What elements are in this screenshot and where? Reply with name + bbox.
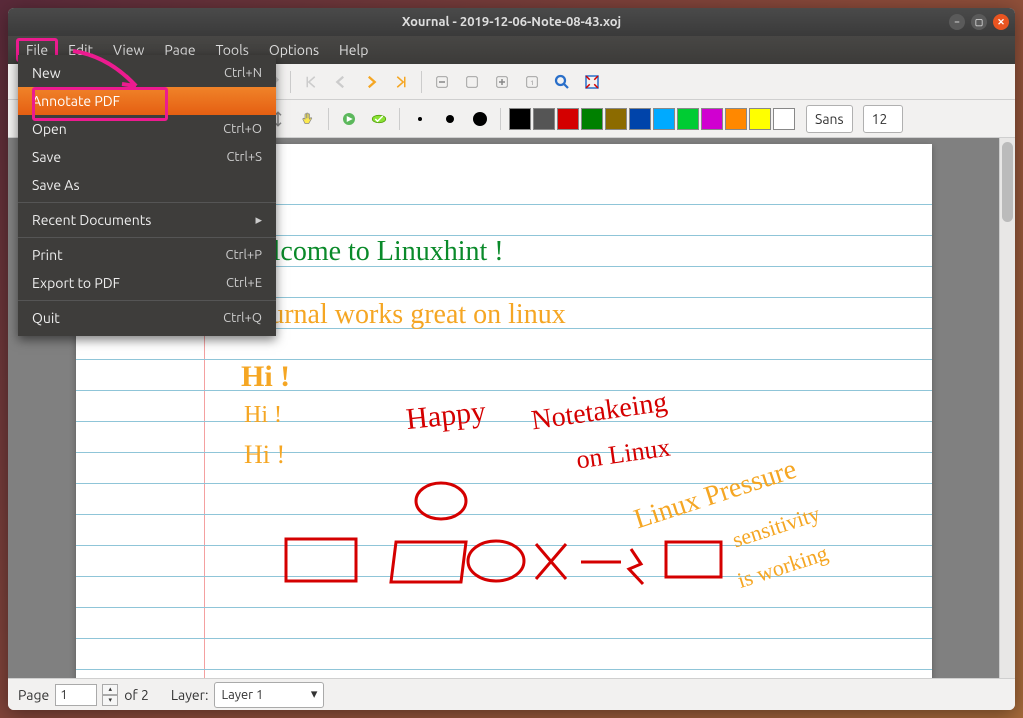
shortcut-label: Ctrl+S	[226, 150, 262, 164]
color-swatch[interactable]	[629, 108, 651, 130]
color-swatch[interactable]	[773, 108, 795, 130]
shortcut-label: Ctrl+O	[223, 122, 262, 136]
next-page-icon[interactable]	[358, 69, 384, 95]
color-swatch[interactable]	[557, 108, 579, 130]
last-page-icon[interactable]	[388, 69, 414, 95]
menu-item-save-as[interactable]: Save As	[18, 171, 276, 199]
shortcut-label: Ctrl+Q	[223, 311, 262, 325]
menu-help[interactable]: Help	[329, 38, 378, 62]
zoom-fit-icon[interactable]	[459, 69, 485, 95]
menu-item-save[interactable]: Save Ctrl+S	[18, 143, 276, 171]
layer-value: Layer 1	[221, 688, 263, 702]
menu-item-quit[interactable]: Quit Ctrl+Q	[18, 304, 276, 332]
handwriting-line: Happy	[404, 395, 487, 437]
menu-item-label: Quit	[32, 310, 60, 326]
close-button[interactable]: ✕	[993, 14, 1009, 30]
scroll-thumb[interactable]	[1002, 142, 1013, 222]
color-swatch[interactable]	[653, 108, 675, 130]
shortcut-label: Ctrl+E	[226, 276, 262, 290]
menu-item-label: Export to PDF	[32, 275, 120, 291]
separator	[399, 108, 400, 130]
fullscreen-icon[interactable]	[579, 69, 605, 95]
font-size-field[interactable]: 12	[863, 105, 903, 133]
submenu-arrow-icon: ▸	[255, 213, 262, 228]
handwriting-line: Hi !	[244, 440, 285, 470]
window-controls: – ▢ ✕	[949, 14, 1009, 30]
menu-item-new[interactable]: New Ctrl+N	[18, 59, 276, 87]
default-tool-icon[interactable]	[336, 106, 362, 132]
menu-item-annotate-pdf[interactable]: Annotate PDF	[18, 87, 276, 115]
color-swatch[interactable]	[749, 108, 771, 130]
vertical-scrollbar[interactable]	[999, 138, 1015, 678]
handwriting-line: Notetakeing	[529, 387, 669, 438]
page-number-input[interactable]: 1	[55, 684, 97, 706]
chevron-down-icon: ▾	[311, 687, 318, 702]
ruler-tool-icon[interactable]	[366, 106, 392, 132]
zoom-in-icon[interactable]	[489, 69, 515, 95]
medium-stroke-icon[interactable]	[437, 106, 463, 132]
handwriting-line: Xournal works great on linux	[236, 299, 566, 331]
color-swatch[interactable]	[701, 108, 723, 130]
menu-separator	[18, 300, 276, 301]
thick-stroke-icon[interactable]	[467, 106, 493, 132]
maximize-button[interactable]: ▢	[971, 14, 987, 30]
menu-item-label: Print	[32, 247, 63, 263]
menu-item-label: Recent Documents	[32, 212, 151, 228]
prev-page-icon[interactable]	[328, 69, 354, 95]
shortcut-label: Ctrl+P	[225, 248, 262, 262]
zoom-tool-icon[interactable]	[549, 69, 575, 95]
layer-combo[interactable]: Layer 1 ▾	[214, 682, 324, 708]
file-menu-dropdown: New Ctrl+N Annotate PDF Open Ctrl+O Save Ctrl+…	[18, 55, 276, 336]
separator	[500, 108, 501, 130]
color-swatch[interactable]	[581, 108, 603, 130]
statusbar: Page 1 ▴▾ of 2 Layer: Layer 1 ▾	[8, 678, 1015, 710]
handwriting-line: Hi !	[241, 360, 290, 394]
first-page-icon[interactable]	[298, 69, 324, 95]
color-swatch[interactable]	[677, 108, 699, 130]
menu-item-export-to-pdf[interactable]: Export to PDF Ctrl+E	[18, 269, 276, 297]
handwriting-line: Hi !	[244, 402, 282, 429]
page-label: Page	[18, 687, 49, 703]
menu-item-label: Save As	[32, 177, 80, 193]
font-name-label: Sans	[815, 111, 844, 127]
menu-item-label: Save	[32, 149, 61, 165]
color-swatch[interactable]	[725, 108, 747, 130]
separator	[421, 71, 422, 93]
shortcut-label: Ctrl+N	[224, 66, 262, 80]
menu-item-label: Annotate PDF	[32, 93, 120, 109]
handwriting-line: on Linux	[574, 433, 672, 476]
font-name-field[interactable]: Sans	[806, 105, 853, 133]
menu-item-recent-documents[interactable]: Recent Documents ▸	[18, 206, 276, 234]
color-palette	[508, 108, 796, 130]
svg-text:1: 1	[530, 80, 534, 87]
zoom-100-icon[interactable]: 1	[519, 69, 545, 95]
menu-item-print[interactable]: Print Ctrl+P	[18, 241, 276, 269]
color-swatch[interactable]	[605, 108, 627, 130]
hand-tool-icon[interactable]	[295, 106, 321, 132]
separator	[290, 71, 291, 93]
window-title: Xournal - 2019-12-06-Note-08-43.xoj	[402, 15, 621, 29]
color-swatch[interactable]	[509, 108, 531, 130]
titlebar: Xournal - 2019-12-06-Note-08-43.xoj – ▢ …	[8, 8, 1015, 36]
thin-stroke-icon[interactable]	[407, 106, 433, 132]
menu-item-open[interactable]: Open Ctrl+O	[18, 115, 276, 143]
menu-item-label: Open	[32, 121, 67, 137]
menu-separator	[18, 202, 276, 203]
zoom-out-icon[interactable]	[429, 69, 455, 95]
menu-item-label: New	[32, 65, 61, 81]
font-size-label: 12	[872, 111, 888, 127]
layer-label: Layer:	[171, 687, 209, 703]
page-spinner[interactable]: ▴▾	[102, 684, 118, 706]
app-window: Xournal - 2019-12-06-Note-08-43.xoj – ▢ …	[8, 8, 1015, 710]
color-swatch[interactable]	[533, 108, 555, 130]
page-total-label: of 2	[124, 687, 149, 703]
handwriting-line: Welcome to Linuxhint !	[236, 236, 504, 268]
menu-separator	[18, 237, 276, 238]
minimize-button[interactable]: –	[949, 14, 965, 30]
separator	[328, 108, 329, 130]
